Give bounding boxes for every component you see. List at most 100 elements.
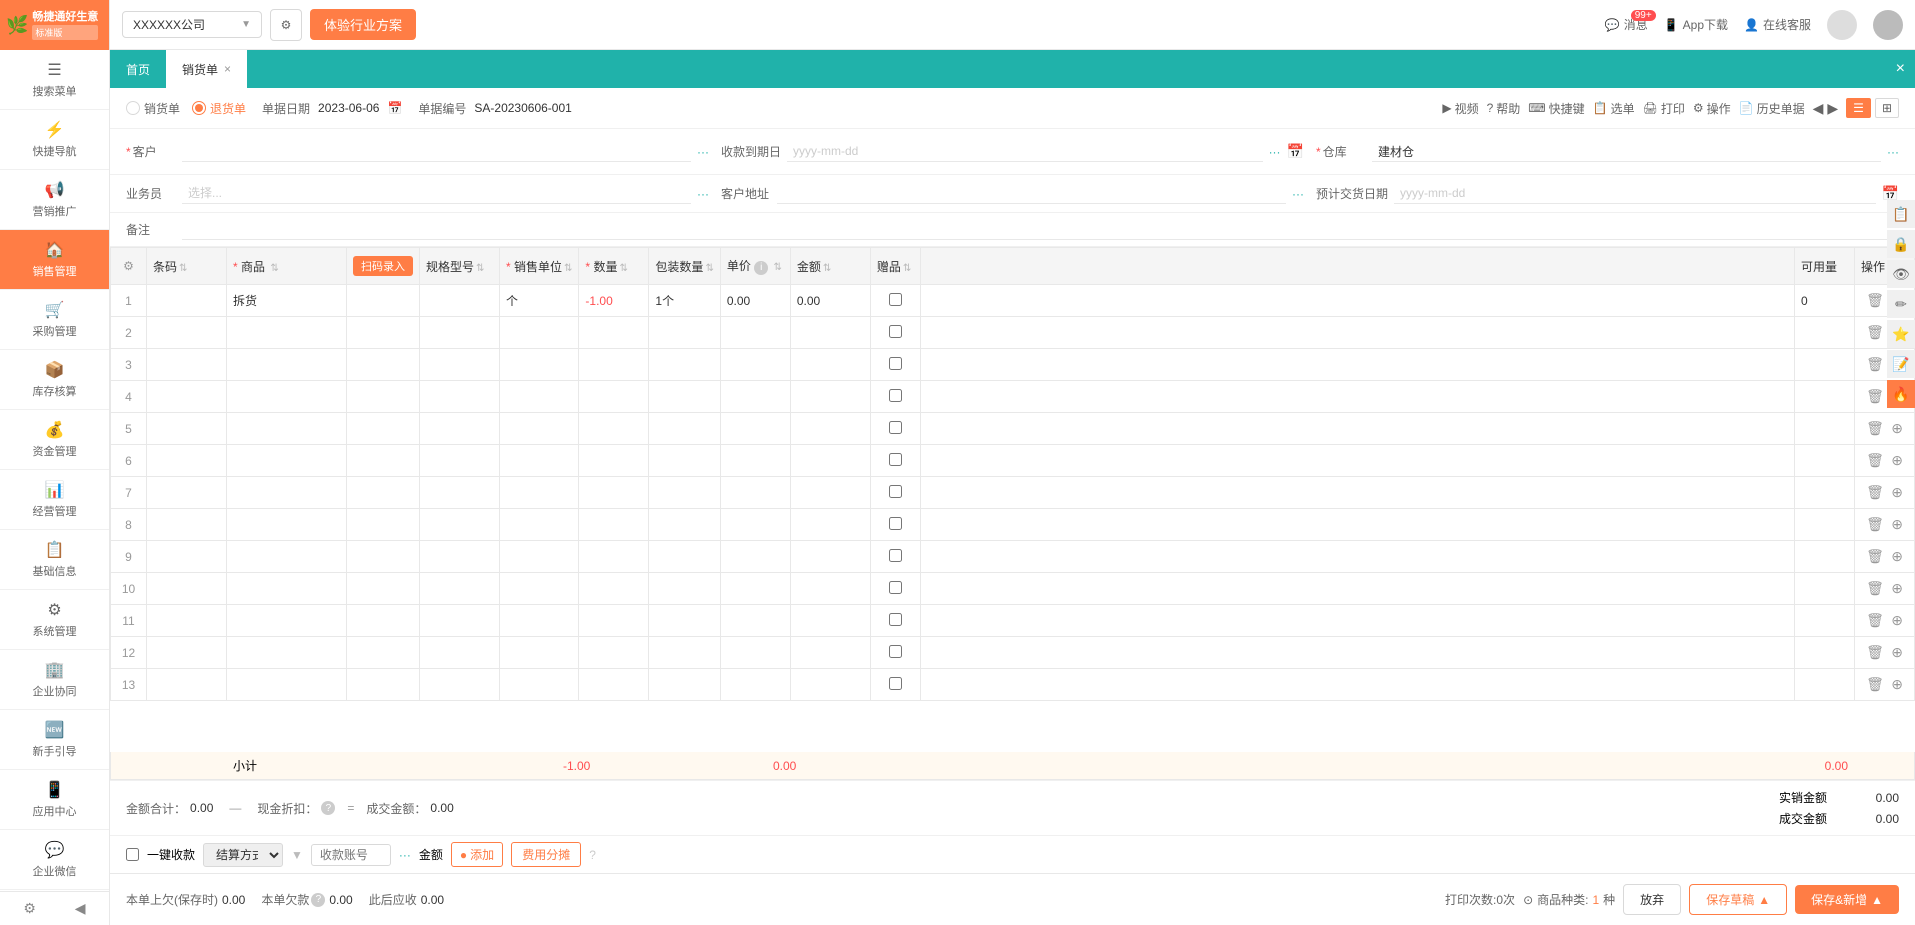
row-copy-6[interactable]: ⊕ — [1889, 450, 1905, 471]
grid-view-btn[interactable]: ⊞ — [1875, 98, 1899, 118]
row-gift-7[interactable] — [870, 477, 920, 509]
sidebar-item-shortcut[interactable]: ⚡ 快捷导航 — [0, 110, 109, 170]
float-btn-1[interactable]: 📋 — [1887, 200, 1915, 228]
payment-account-input[interactable] — [311, 844, 391, 866]
row-qty-8[interactable] — [579, 509, 649, 541]
row-price-5[interactable] — [720, 413, 790, 445]
radio-return[interactable]: 退货单 — [192, 100, 246, 117]
row-amount-8[interactable] — [790, 509, 870, 541]
payment-account-dots[interactable]: ··· — [399, 848, 411, 862]
row-unit-12[interactable] — [500, 637, 579, 669]
row-delete-7[interactable]: 🗑 — [1864, 482, 1886, 503]
discount-info-icon[interactable]: ? — [321, 801, 335, 815]
row-qty-7[interactable] — [579, 477, 649, 509]
row-copy-13[interactable]: ⊕ — [1889, 674, 1905, 695]
row-copy-11[interactable]: ⊕ — [1889, 610, 1905, 631]
row-barcode-8[interactable] — [147, 509, 227, 541]
row-price-2[interactable] — [720, 317, 790, 349]
sidebar-item-finance[interactable]: 💰 资金管理 — [0, 410, 109, 470]
sort-amount[interactable]: ⇅ — [823, 263, 831, 274]
row-amount-10[interactable] — [790, 573, 870, 605]
sidebar-item-basic[interactable]: 📋 基础信息 — [0, 530, 109, 590]
row-unit-13[interactable] — [500, 669, 579, 701]
row-spec-10[interactable] — [420, 573, 500, 605]
row-gift-12[interactable] — [870, 637, 920, 669]
row-product-2[interactable] — [227, 317, 347, 349]
row-unit-9[interactable] — [500, 541, 579, 573]
help-action[interactable]: ? 帮助 — [1487, 100, 1521, 117]
row-pack-13[interactable] — [649, 669, 720, 701]
radio-sales[interactable]: 销货单 — [126, 100, 180, 117]
row-product-8[interactable] — [227, 509, 347, 541]
row-product-11[interactable] — [227, 605, 347, 637]
float-btn-4[interactable]: ✏ — [1887, 290, 1915, 318]
row-pack-4[interactable] — [649, 381, 720, 413]
row-unit-3[interactable] — [500, 349, 579, 381]
row-copy-8[interactable]: ⊕ — [1889, 514, 1905, 535]
row-spec-12[interactable] — [420, 637, 500, 669]
float-btn-7[interactable]: 🔥 — [1887, 380, 1915, 408]
row-unit-1[interactable]: 个 — [500, 285, 579, 317]
row-barcode-4[interactable] — [147, 381, 227, 413]
row-gift-10[interactable] — [870, 573, 920, 605]
row-gift-13[interactable] — [870, 669, 920, 701]
row-amount-7[interactable] — [790, 477, 870, 509]
one-click-payment-checkbox[interactable] — [126, 848, 139, 861]
remark-input[interactable] — [182, 219, 1899, 240]
float-btn-2[interactable]: 🔒 — [1887, 230, 1915, 258]
row-gift-9[interactable] — [870, 541, 920, 573]
row-copy-9[interactable]: ⊕ — [1889, 546, 1905, 567]
row-product-3[interactable] — [227, 349, 347, 381]
row-pack-1[interactable]: 1个 — [649, 285, 720, 317]
prev-arrow[interactable]: ◀ — [1813, 100, 1824, 117]
row-copy-7[interactable]: ⊕ — [1889, 482, 1905, 503]
row-amount-3[interactable] — [790, 349, 870, 381]
price-info-icon[interactable]: i — [754, 261, 768, 275]
row-barcode-11[interactable] — [147, 605, 227, 637]
due-date-dots[interactable]: ··· — [1269, 145, 1281, 159]
sidebar-item-search[interactable]: ☰ 搜索菜单 — [0, 50, 109, 110]
salesperson-dots[interactable]: ··· — [697, 187, 709, 201]
row-delete-5[interactable]: 🗑 — [1864, 418, 1886, 439]
row-spec-13[interactable] — [420, 669, 500, 701]
row-barcode-2[interactable] — [147, 317, 227, 349]
row-copy-5[interactable]: ⊕ — [1889, 418, 1905, 439]
row-qty-10[interactable] — [579, 573, 649, 605]
row-qty-9[interactable] — [579, 541, 649, 573]
row-product-13[interactable] — [227, 669, 347, 701]
expense-split-button[interactable]: 费用分摊 — [511, 842, 581, 867]
row-delete-10[interactable]: 🗑 — [1864, 578, 1886, 599]
app-download-btn[interactable]: 📱 App下载 — [1664, 16, 1728, 33]
operation-action[interactable]: ⚙ 操作 — [1693, 100, 1731, 117]
row-spec-9[interactable] — [420, 541, 500, 573]
sidebar-collapse-btn[interactable]: ◀ — [75, 900, 86, 917]
sidebar-item-enterprise[interactable]: 🏢 企业协同 — [0, 650, 109, 710]
row-product-6[interactable] — [227, 445, 347, 477]
sidebar-settings-btn[interactable]: ⚙ — [23, 900, 36, 917]
due-date-calendar[interactable]: 📅 — [1287, 143, 1304, 160]
row-delete-3[interactable]: 🗑 — [1864, 354, 1886, 375]
row-unit-11[interactable] — [500, 605, 579, 637]
row-price-4[interactable] — [720, 381, 790, 413]
salesperson-input[interactable] — [182, 183, 691, 204]
sidebar-item-sales[interactable]: 🏠 销售管理 — [0, 230, 109, 290]
payment-help-icon[interactable]: ? — [589, 848, 596, 862]
row-gift-1[interactable] — [870, 285, 920, 317]
sort-pack[interactable]: ⇅ — [705, 263, 713, 274]
row-gift-6[interactable] — [870, 445, 920, 477]
sidebar-item-guide[interactable]: 🆕 新手引导 — [0, 710, 109, 770]
sort-unit[interactable]: ⇅ — [564, 263, 572, 274]
print-action[interactable]: 🖨 打印 — [1643, 100, 1685, 117]
warehouse-input[interactable] — [1372, 141, 1881, 162]
float-btn-6[interactable]: 📝 — [1887, 350, 1915, 378]
row-qty-2[interactable] — [579, 317, 649, 349]
row-spec-6[interactable] — [420, 445, 500, 477]
customer-dots[interactable]: ··· — [697, 145, 709, 159]
total-balance-info-icon[interactable]: ? — [311, 893, 325, 907]
select-action[interactable]: 📋 选单 — [1593, 100, 1635, 117]
row-pack-11[interactable] — [649, 605, 720, 637]
row-product-4[interactable] — [227, 381, 347, 413]
row-pack-6[interactable] — [649, 445, 720, 477]
row-delete-9[interactable]: 🗑 — [1864, 546, 1886, 567]
row-price-3[interactable] — [720, 349, 790, 381]
